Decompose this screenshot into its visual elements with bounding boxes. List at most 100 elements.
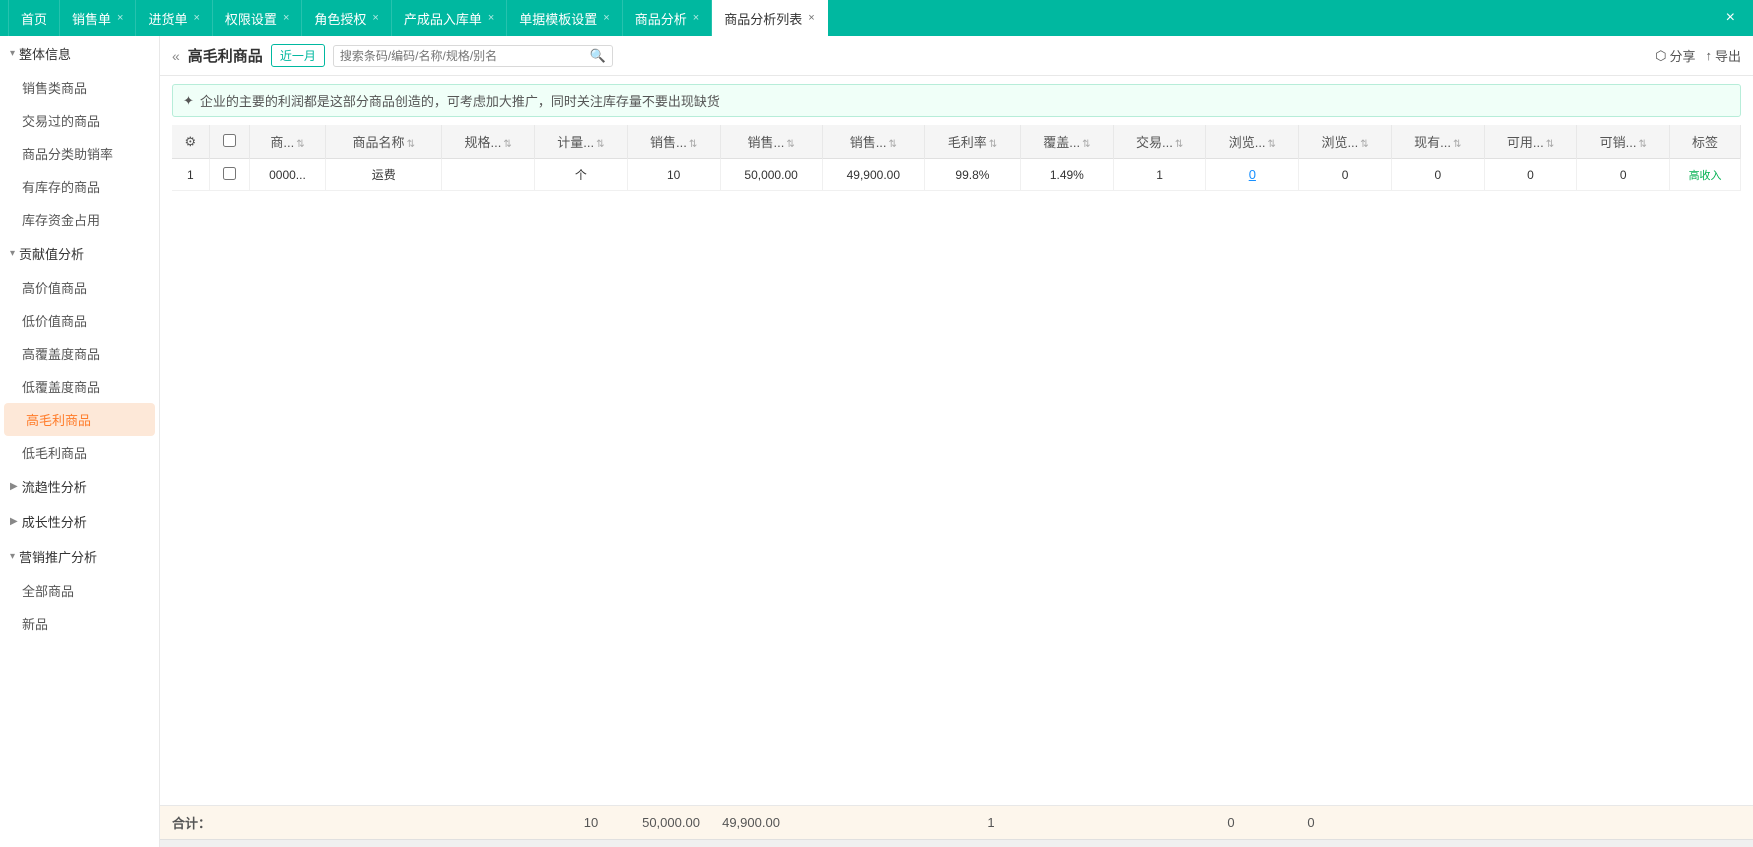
close-permissions[interactable]: ×: [283, 12, 289, 24]
sidebar-item-low-coverage[interactable]: 低覆盖度商品: [0, 370, 159, 403]
horizontal-scrollbar[interactable]: [160, 839, 1753, 847]
sort-icon-name: ⇅: [407, 139, 415, 150]
close-product-analysis-list[interactable]: ×: [808, 12, 814, 24]
sort-icon-trade-count: ⇅: [1175, 139, 1183, 150]
nav-sales-order[interactable]: 销售单 ×: [60, 0, 136, 36]
cell-tag: 高收入: [1670, 159, 1741, 191]
col-spec[interactable]: 规格...⇅: [442, 125, 535, 159]
share-icon: ⬡: [1655, 48, 1666, 64]
row-checkbox[interactable]: [223, 167, 236, 180]
sort-icon-unit: ⇅: [596, 139, 604, 150]
sidebar-item-traded-goods[interactable]: 交易过的商品: [0, 104, 159, 137]
sort-icon-current-stock: ⇅: [1453, 139, 1461, 150]
page-title: 高毛利商品: [188, 45, 263, 66]
sort-icon-browse-b: ⇅: [1360, 139, 1368, 150]
export-button[interactable]: ↑ 导出: [1705, 46, 1741, 65]
period-filter-button[interactable]: 近一月: [271, 44, 325, 67]
header-actions: ⬡ 分享 ↑ 导出: [1655, 46, 1741, 65]
col-coverage[interactable]: 覆盖...⇅: [1020, 125, 1113, 159]
nav-template-settings[interactable]: 单据模板设置 ×: [507, 0, 622, 36]
close-sales-order[interactable]: ×: [117, 12, 123, 24]
sort-icon-avail-stock: ⇅: [1546, 139, 1554, 150]
search-box[interactable]: 🔍: [333, 45, 613, 67]
cell-browse-a[interactable]: 0: [1206, 159, 1299, 191]
col-trade-count[interactable]: 交易...⇅: [1113, 125, 1206, 159]
nav-product-inbound[interactable]: 产成品入库单 ×: [392, 0, 507, 36]
sidebar-item-category-rate[interactable]: 商品分类助销率: [0, 137, 159, 170]
search-input[interactable]: [340, 49, 590, 63]
sidebar-group-trend[interactable]: ▶ 流趋性分析: [0, 469, 159, 504]
col-unit[interactable]: 计量...⇅: [535, 125, 628, 159]
sidebar-item-high-value[interactable]: 高价值商品: [0, 271, 159, 304]
sidebar-item-in-stock[interactable]: 有库存的商品: [0, 170, 159, 203]
main-layout: ▾ 整体信息 销售类商品 交易过的商品 商品分类助销率 有库存的商品 库存资金占…: [0, 36, 1753, 847]
export-icon: ↑: [1705, 48, 1712, 63]
sidebar-item-high-coverage[interactable]: 高覆盖度商品: [0, 337, 159, 370]
share-button[interactable]: ⬡ 分享: [1655, 46, 1695, 65]
sidebar-collapse-button[interactable]: «: [172, 48, 180, 64]
cell-coverage: 1.49%: [1020, 159, 1113, 191]
nav-permissions[interactable]: 权限设置 ×: [213, 0, 302, 36]
cell-name: 运费: [326, 159, 442, 191]
sort-icon-saleable-stock: ⇅: [1638, 139, 1646, 150]
close-purchase-order[interactable]: ×: [193, 12, 199, 24]
col-tag[interactable]: 标签: [1670, 125, 1741, 159]
content-area: « 高毛利商品 近一月 🔍 ⬡ 分享 ↑ 导出 ✦ 企业的主要的利润都是这部: [160, 36, 1753, 847]
close-product-inbound[interactable]: ×: [488, 12, 494, 24]
sidebar-group-marketing[interactable]: ▾ 营销推广分析: [0, 539, 159, 574]
col-gross-margin[interactable]: 毛利率⇅: [924, 125, 1020, 159]
window-close-button[interactable]: ×: [1716, 9, 1745, 27]
sidebar-item-new-goods[interactable]: 新品: [0, 607, 159, 640]
col-code[interactable]: 商...⇅: [249, 125, 326, 159]
close-template-settings[interactable]: ×: [603, 12, 609, 24]
search-icon[interactable]: 🔍: [590, 48, 606, 64]
col-browse-b[interactable]: 浏览...⇅: [1299, 125, 1392, 159]
footer-trade-count: 1: [951, 815, 1031, 830]
cell-checkbox[interactable]: [209, 159, 249, 191]
sidebar-item-low-value[interactable]: 低价值商品: [0, 304, 159, 337]
col-settings[interactable]: ⚙: [172, 125, 209, 159]
col-sale-qty[interactable]: 销售...⇅: [627, 125, 720, 159]
col-name[interactable]: 商品名称⇅: [326, 125, 442, 159]
content-header: « 高毛利商品 近一月 🔍 ⬡ 分享 ↑ 导出: [160, 36, 1753, 76]
sidebar-item-stock-capital[interactable]: 库存资金占用: [0, 203, 159, 236]
sort-icon-gross-margin: ⇅: [989, 139, 997, 150]
sidebar-item-sales-goods[interactable]: 销售类商品: [0, 71, 159, 104]
sort-icon-coverage: ⇅: [1082, 139, 1090, 150]
table-header-row: ⚙ 商...⇅ 商品名称⇅ 规格...⇅ 计量...⇅ 销售...⇅ 销售...…: [172, 125, 1741, 159]
nav-product-analysis[interactable]: 商品分析 ×: [623, 0, 712, 36]
sidebar-group-growth[interactable]: ▶ 成长性分析: [0, 504, 159, 539]
sort-icon-sale-profit: ⇅: [889, 139, 897, 150]
select-all-checkbox[interactable]: [223, 134, 236, 147]
sidebar-group-overall[interactable]: ▾ 整体信息: [0, 36, 159, 71]
col-sale-amt[interactable]: 销售...⇅: [720, 125, 822, 159]
nav-home[interactable]: 首页: [8, 0, 60, 36]
cell-spec: [442, 159, 535, 191]
sidebar-item-all-goods[interactable]: 全部商品: [0, 574, 159, 607]
footer-sale-profit: 49,900.00: [711, 815, 791, 830]
browse-link[interactable]: 0: [1249, 167, 1256, 182]
sidebar: ▾ 整体信息 销售类商品 交易过的商品 商品分类助销率 有库存的商品 库存资金占…: [0, 36, 160, 847]
info-banner: ✦ 企业的主要的利润都是这部分商品创造的，可考虑加大推广，同时关注库存量不要出现…: [172, 84, 1741, 117]
cell-avail-stock: 0: [1484, 159, 1577, 191]
table-container[interactable]: ⚙ 商...⇅ 商品名称⇅ 规格...⇅ 计量...⇅ 销售...⇅ 销售...…: [172, 125, 1741, 805]
cell-saleable-stock: 0: [1577, 159, 1670, 191]
info-text: 企业的主要的利润都是这部分商品创造的，可考虑加大推广，同时关注库存量不要出现缺货: [200, 91, 720, 110]
col-avail-stock[interactable]: 可用...⇅: [1484, 125, 1577, 159]
arrow-trend: ▶: [10, 481, 18, 492]
sidebar-item-low-margin[interactable]: 低毛利商品: [0, 436, 159, 469]
cell-current-stock: 0: [1391, 159, 1484, 191]
sidebar-item-high-margin[interactable]: 高毛利商品: [4, 403, 155, 436]
col-browse-a[interactable]: 浏览...⇅: [1206, 125, 1299, 159]
nav-role-auth[interactable]: 角色授权 ×: [302, 0, 391, 36]
nav-purchase-order[interactable]: 进货单 ×: [136, 0, 212, 36]
col-checkbox[interactable]: [209, 125, 249, 159]
col-saleable-stock[interactable]: 可销...⇅: [1577, 125, 1670, 159]
col-sale-profit[interactable]: 销售...⇅: [822, 125, 924, 159]
nav-product-analysis-list[interactable]: 商品分析列表 ×: [712, 0, 827, 36]
arrow-overall: ▾: [10, 48, 15, 59]
close-role-auth[interactable]: ×: [372, 12, 378, 24]
col-current-stock[interactable]: 现有...⇅: [1391, 125, 1484, 159]
sidebar-group-contribution[interactable]: ▾ 贡献值分析: [0, 236, 159, 271]
close-product-analysis[interactable]: ×: [693, 12, 699, 24]
